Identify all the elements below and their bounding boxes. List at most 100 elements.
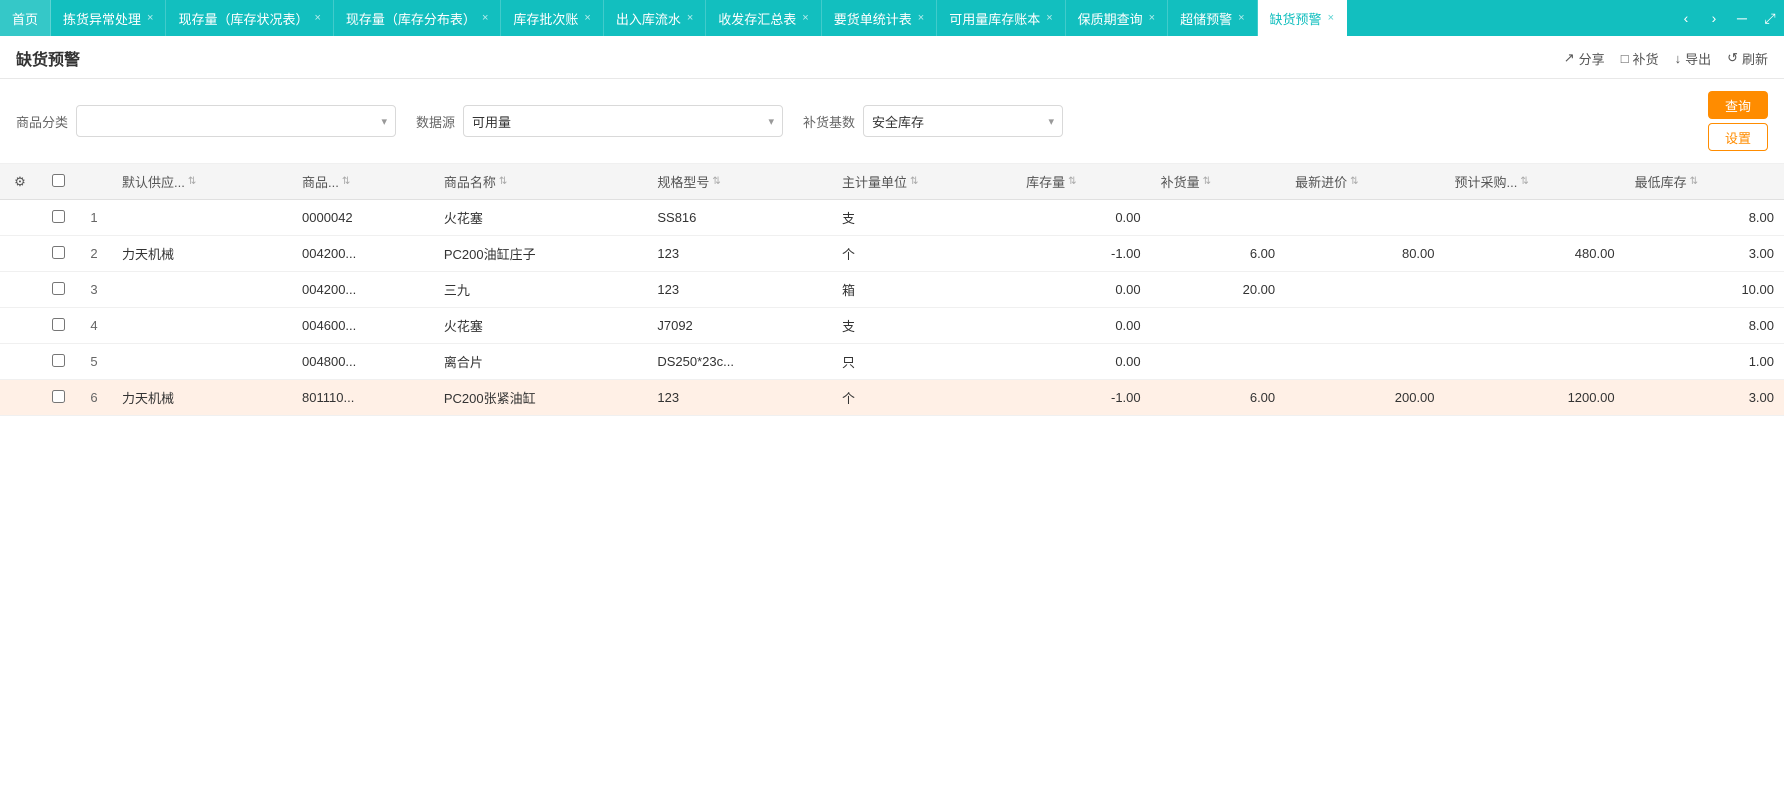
row-checkbox-3[interactable] xyxy=(52,318,65,331)
col-latest-price[interactable]: 最新进价⇅ xyxy=(1285,164,1444,200)
tab-close-shortage[interactable]: × xyxy=(1328,12,1334,24)
tab-scroll-left[interactable]: ‹ xyxy=(1672,10,1700,26)
col-stock-label: 库存量 xyxy=(1026,172,1065,191)
row-stock-1: -1.00 xyxy=(1016,236,1151,272)
sort-supplier-icon: ⇅ xyxy=(188,176,196,187)
share-button[interactable]: ↗ 分享 xyxy=(1564,49,1605,68)
col-checkbox[interactable] xyxy=(40,164,76,200)
export-button[interactable]: ↓ 导出 xyxy=(1675,49,1712,68)
row-spec-1: 123 xyxy=(647,236,832,272)
tab-label-inventory-dist: 现存量（库存分布表） xyxy=(346,9,476,28)
tab-exception[interactable]: 拣货异常处理× xyxy=(51,0,166,36)
tab-close-inventory-status[interactable]: × xyxy=(314,12,320,24)
tab-close-overstock[interactable]: × xyxy=(1238,12,1244,24)
datasource-filter-group: 数据源 可用量 ▾ xyxy=(416,105,783,137)
row-checkbox-1[interactable] xyxy=(52,246,65,259)
row-checkbox-cell-1[interactable] xyxy=(40,236,76,272)
row-checkbox-cell-5[interactable] xyxy=(40,380,76,416)
col-spec[interactable]: 规格型号⇅ xyxy=(647,164,832,200)
share-icon: ↗ xyxy=(1564,50,1575,66)
col-stock[interactable]: 库存量⇅ xyxy=(1016,164,1151,200)
row-no-5: 6 xyxy=(76,380,112,416)
table-row: 3 004200... 三九 123 箱 0.00 20.00 10.00 xyxy=(0,272,1784,308)
tab-order-stat[interactable]: 要货单统计表× xyxy=(822,0,937,36)
sort-name-icon: ⇅ xyxy=(499,176,507,187)
datasource-label: 数据源 xyxy=(416,112,455,131)
tab-scroll-right[interactable]: › xyxy=(1700,10,1728,26)
replenish-button[interactable]: □ 补货 xyxy=(1621,49,1659,68)
tab-close-receipt[interactable]: × xyxy=(802,12,808,24)
row-replenish-qty-4 xyxy=(1151,344,1286,380)
row-code-4: 004800... xyxy=(292,344,434,380)
tab-label-inventory-status: 现存量（库存状况表） xyxy=(178,9,308,28)
row-checkbox-cell-3[interactable] xyxy=(40,308,76,344)
row-spec-3: J7092 xyxy=(647,308,832,344)
col-unit[interactable]: 主计量单位⇅ xyxy=(832,164,1016,200)
row-stock-3: 0.00 xyxy=(1016,308,1151,344)
tab-close-available[interactable]: × xyxy=(1046,12,1052,24)
row-minstock-3: 8.00 xyxy=(1625,308,1784,344)
select-all-checkbox[interactable] xyxy=(52,174,65,187)
tab-batch[interactable]: 库存批次账× xyxy=(501,0,603,36)
tab-close-exception[interactable]: × xyxy=(147,12,153,24)
row-checkbox-cell-2[interactable] xyxy=(40,272,76,308)
tab-home[interactable]: 首页 xyxy=(0,0,51,36)
datasource-select[interactable]: 可用量 ▾ xyxy=(463,105,783,137)
tab-close-expiry[interactable]: × xyxy=(1149,12,1155,24)
row-checkbox-4[interactable] xyxy=(52,354,65,367)
col-replenish-qty[interactable]: 补货量⇅ xyxy=(1151,164,1286,200)
sort-unit-icon: ⇅ xyxy=(910,176,918,187)
row-checkbox-cell-4[interactable] xyxy=(40,344,76,380)
row-no-4: 5 xyxy=(76,344,112,380)
col-default-supplier[interactable]: 默认供应...⇅ xyxy=(112,164,292,200)
tab-inout[interactable]: 出入库流水× xyxy=(604,0,706,36)
row-replenish-qty-2: 20.00 xyxy=(1151,272,1286,308)
tab-close-inout[interactable]: × xyxy=(687,12,693,24)
category-select[interactable]: ▾ xyxy=(76,105,396,137)
row-price-1: 80.00 xyxy=(1285,236,1444,272)
row-gear-4 xyxy=(0,344,40,380)
row-code-3: 004600... xyxy=(292,308,434,344)
tab-close-batch[interactable]: × xyxy=(584,12,590,24)
row-unit-2: 箱 xyxy=(832,272,1016,308)
row-spec-5: 123 xyxy=(647,380,832,416)
tab-shortage[interactable]: 缺货预警× xyxy=(1258,0,1347,36)
col-product-code[interactable]: 商品...⇅ xyxy=(292,164,434,200)
row-stock-0: 0.00 xyxy=(1016,200,1151,236)
row-checkbox-2[interactable] xyxy=(52,282,65,295)
tab-overstock[interactable]: 超储预警× xyxy=(1168,0,1257,36)
settings-button[interactable]: 设置 xyxy=(1708,123,1768,151)
tab-available[interactable]: 可用量库存账本× xyxy=(937,0,1065,36)
sort-stock-icon: ⇅ xyxy=(1068,176,1076,187)
col-product-name[interactable]: 商品名称⇅ xyxy=(434,164,648,200)
row-checkbox-0[interactable] xyxy=(52,210,65,223)
table-row: 1 0000042 火花塞 SS816 支 0.00 8.00 xyxy=(0,200,1784,236)
row-minstock-4: 1.00 xyxy=(1625,344,1784,380)
col-estimated-purchase-label: 预计采购... xyxy=(1455,172,1518,191)
query-button[interactable]: 查询 xyxy=(1708,91,1768,119)
col-gear[interactable]: ⚙ xyxy=(0,164,40,200)
tab-inventory-status[interactable]: 现存量（库存状况表） × xyxy=(166,0,333,36)
tab-close-order-stat[interactable]: × xyxy=(918,12,924,24)
table-header-row: ⚙ 默认供应...⇅ 商品...⇅ 商品名称⇅ xyxy=(0,164,1784,200)
tab-close-inventory-dist[interactable]: × xyxy=(482,12,488,24)
replenish-base-select[interactable]: 安全库存 ▾ xyxy=(863,105,1063,137)
tab-fullscreen[interactable]: ⤢ xyxy=(1756,10,1784,27)
tab-inventory-dist[interactable]: 现存量（库存分布表） × xyxy=(334,0,501,36)
replenish-base-label: 补货基数 xyxy=(803,112,855,131)
row-checkbox-cell-0[interactable] xyxy=(40,200,76,236)
tab-minimize[interactable]: ─ xyxy=(1728,10,1756,26)
row-est-2 xyxy=(1445,272,1625,308)
sort-est-icon: ⇅ xyxy=(1520,176,1528,187)
table-container: ⚙ 默认供应...⇅ 商品...⇅ 商品名称⇅ xyxy=(0,164,1784,416)
tab-label-home: 首页 xyxy=(12,9,38,28)
row-price-2 xyxy=(1285,272,1444,308)
col-min-stock[interactable]: 最低库存⇅ xyxy=(1625,164,1784,200)
col-no xyxy=(76,164,112,200)
refresh-button[interactable]: ↺ 刷新 xyxy=(1727,49,1768,68)
tab-receipt[interactable]: 收发存汇总表× xyxy=(706,0,821,36)
col-default-supplier-label: 默认供应... xyxy=(122,172,185,191)
col-estimated-purchase[interactable]: 预计采购...⇅ xyxy=(1445,164,1625,200)
row-checkbox-5[interactable] xyxy=(52,390,65,403)
tab-expiry[interactable]: 保质期查询× xyxy=(1066,0,1168,36)
